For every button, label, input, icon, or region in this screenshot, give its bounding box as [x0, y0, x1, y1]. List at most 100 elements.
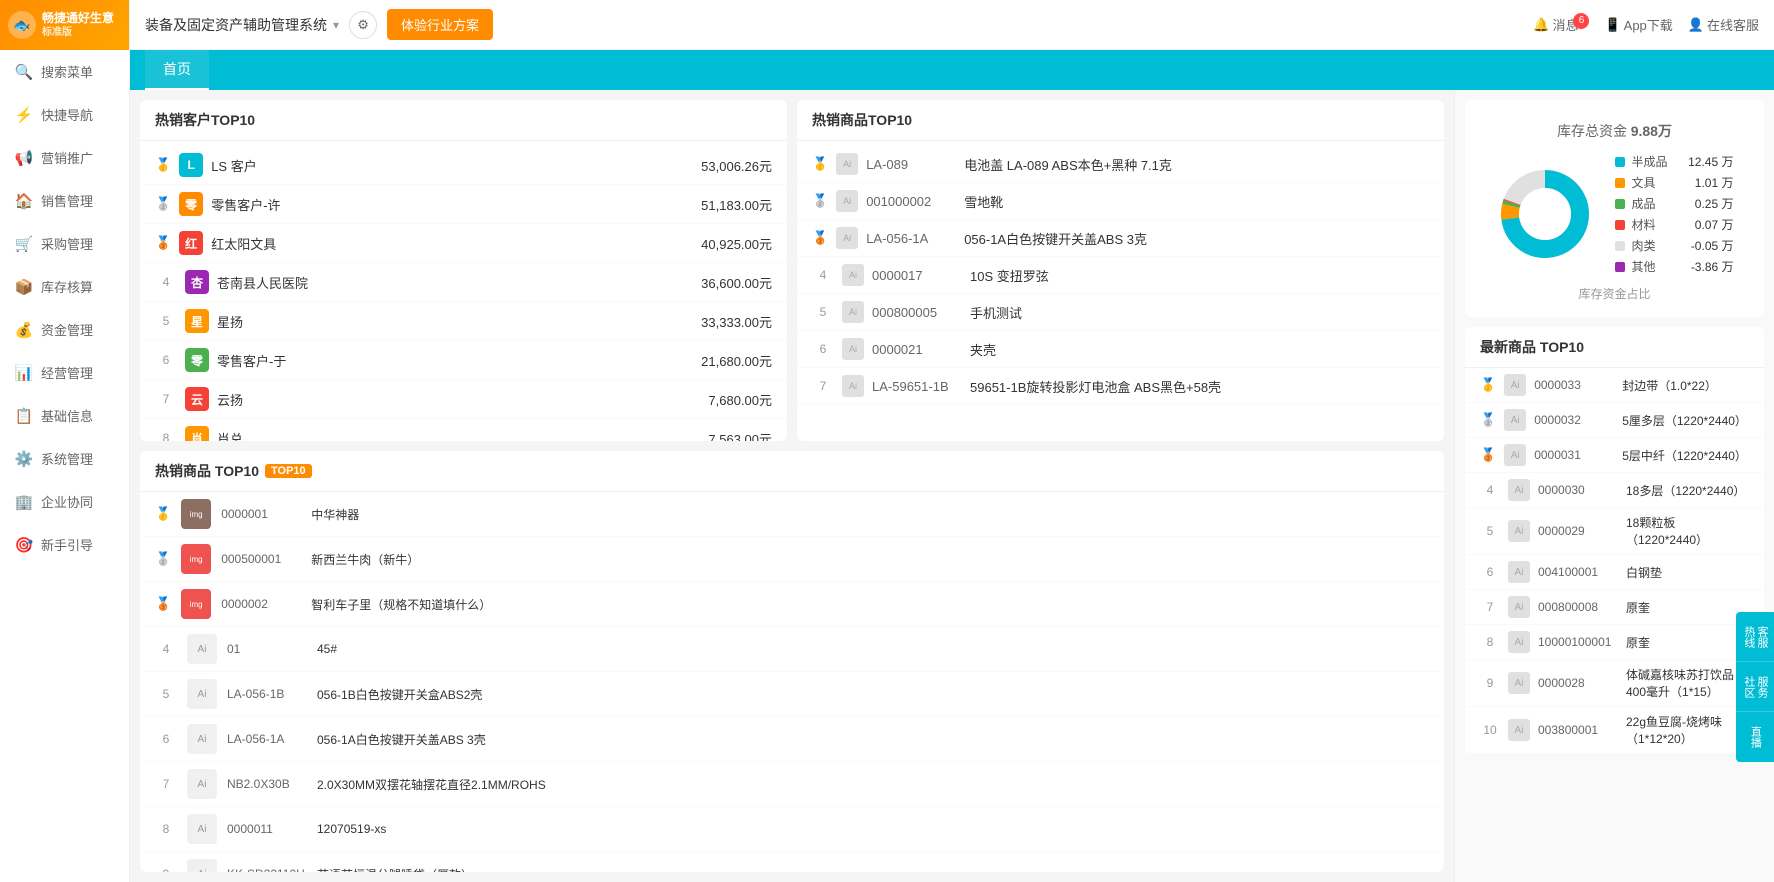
- new-product-icon: Ai: [1508, 479, 1530, 501]
- rank-amount: 7,563.00元: [708, 429, 772, 442]
- rank-num: 7: [1480, 600, 1500, 614]
- product-thumbnail: Ai: [187, 814, 217, 844]
- new-product-icon: Ai: [1508, 672, 1530, 694]
- system-name-text: 装备及固定资产辅助管理系统: [145, 15, 327, 35]
- product-thumbnail: img: [181, 589, 211, 619]
- product-thumbnail: Ai: [187, 859, 217, 872]
- sidebar-icon-9: ⚙️: [15, 450, 33, 468]
- product-code: LA-056-1B: [227, 687, 307, 701]
- sidebar-item-0[interactable]: 🔍搜索菜单: [0, 50, 129, 93]
- sidebar-item-1[interactable]: ⚡快捷导航: [0, 93, 129, 136]
- legend-label: 材料: [1631, 216, 1667, 233]
- rank-num: 5: [155, 314, 177, 328]
- cs-live[interactable]: 直播: [1736, 712, 1774, 762]
- cs-community[interactable]: 服务社区: [1736, 662, 1774, 712]
- hot-bottom-item: 🥉 img 0000002 智利车子里（规格不知道填什么）: [140, 582, 1444, 627]
- hot-products-right-list: 🥇 Ai LA-089 电池盖 LA-089 ABS本色+黑种 7.1克 🥈 A…: [797, 141, 1444, 410]
- cs-hotline[interactable]: 客服热线: [1736, 612, 1774, 662]
- new-product-item: 5 Ai 0000029 18颗粒板（1220*2440）: [1465, 508, 1764, 555]
- sidebar-label-11: 新手引导: [41, 535, 93, 554]
- medal-icon: 🥈: [155, 196, 171, 212]
- tab-home[interactable]: 首页: [145, 50, 209, 90]
- rank-num: 4: [812, 268, 834, 282]
- rank-avatar: 零: [179, 192, 203, 216]
- trial-button[interactable]: 体验行业方案: [387, 9, 493, 40]
- product-code: LA-59651-1B: [872, 379, 962, 394]
- sidebar-item-10[interactable]: 🏢企业协同: [0, 480, 129, 523]
- medal-icon: 🥈: [1480, 412, 1496, 428]
- rank-num: 4: [155, 642, 177, 656]
- sidebar-icon-1: ⚡: [15, 106, 33, 124]
- product-code: 000500001: [221, 552, 301, 566]
- top-customers-title: 热销客户TOP10: [155, 110, 255, 130]
- rank-avatar: 星: [185, 309, 209, 333]
- product-name: 59651-1B旋转投影灯电池盒 ABS黑色+58壳: [970, 377, 1429, 396]
- new-product-code: 0000031: [1534, 448, 1614, 462]
- legend-label: 肉类: [1631, 237, 1667, 254]
- medal-icon: 🥇: [155, 506, 171, 522]
- sidebar-item-9[interactable]: ⚙️系统管理: [0, 437, 129, 480]
- hot-bottom-item: 5 Ai LA-056-1B 056-1B白色按键开关盒ABS2壳: [140, 672, 1444, 717]
- message-link[interactable]: 🔔 消息 6: [1533, 15, 1589, 34]
- hot-right-item: 🥈 Ai 001000002 雪地靴: [797, 183, 1444, 220]
- sidebar-item-3[interactable]: 🏠销售管理: [0, 179, 129, 222]
- inventory-value: 9.88: [1631, 123, 1658, 139]
- sidebar-label-5: 库存核算: [41, 277, 93, 296]
- new-product-item: 🥈 Ai 0000032 5厘多层（1220*2440）: [1465, 403, 1764, 438]
- hot-products-right-card: 热销商品TOP10 🥇 Ai LA-089 电池盖 LA-089 ABS本色+黑…: [797, 100, 1444, 441]
- sidebar-item-4[interactable]: 🛒采购管理: [0, 222, 129, 265]
- top-header: 装备及固定资产辅助管理系统 ▾ ⚙ 体验行业方案 🔔 消息 6 📱 App下载 …: [130, 0, 1774, 50]
- product-name: 夹壳: [970, 340, 1429, 359]
- sidebar-item-2[interactable]: 📢 营销推广: [0, 136, 129, 179]
- sidebar-item-6[interactable]: 💰资金管理: [0, 308, 129, 351]
- app-download-link[interactable]: 📱 App下载: [1604, 15, 1672, 34]
- hot-products-right-title: 热销商品TOP10: [812, 110, 912, 130]
- new-product-name: 18颗粒板（1220*2440）: [1626, 514, 1749, 548]
- sidebar-icon-5: 📦: [15, 278, 33, 296]
- product-name: 056-1A白色按键开关盖ABS 3克: [964, 229, 1429, 248]
- sidebar-item-11[interactable]: 🎯 新手引导: [0, 523, 129, 566]
- sidebar: 🐟 畅捷通好生意 标准版 🔍搜索菜单⚡快捷导航 📢 营销推广 🏠销售管理🛒采购管理 📦 库…: [0, 0, 130, 882]
- rank-num: 4: [1480, 483, 1500, 497]
- medal-icon: 🥇: [155, 157, 171, 173]
- rank-num: 4: [155, 275, 177, 289]
- sidebar-label-2: 营销推广: [41, 148, 93, 167]
- new-product-icon: Ai: [1508, 561, 1530, 583]
- product-code: NB2.0X30B: [227, 777, 307, 791]
- new-product-name: 原奎: [1626, 599, 1749, 616]
- rank-avatar: 杏: [185, 270, 209, 294]
- sidebar-icon-2: 📢: [15, 149, 33, 167]
- product-name: 10S 变扭罗弦: [970, 266, 1429, 285]
- product-icon: Ai: [842, 375, 864, 397]
- sidebar-icon-11: 🎯: [15, 536, 33, 554]
- new-product-icon: Ai: [1508, 631, 1530, 653]
- sidebar-logo: 🐟 畅捷通好生意 标准版: [0, 0, 129, 50]
- product-code: 0000011: [227, 822, 307, 836]
- sidebar-item-5[interactable]: 📦 库存核算: [0, 265, 129, 308]
- product-code: LA-056-1A: [227, 732, 307, 746]
- main-area: 装备及固定资产辅助管理系统 ▾ ⚙ 体验行业方案 🔔 消息 6 📱 App下载 …: [130, 0, 1774, 882]
- rank-name: 星扬: [217, 312, 693, 331]
- hot-right-item: 5 Ai 000800005 手机测试: [797, 294, 1444, 331]
- sidebar-item-7[interactable]: 📊经营管理: [0, 351, 129, 394]
- system-name-selector[interactable]: 装备及固定资产辅助管理系统 ▾: [145, 15, 339, 35]
- rank-num: 7: [812, 379, 834, 393]
- new-products-title: 最新商品 TOP10: [1480, 337, 1584, 357]
- settings-button[interactable]: ⚙: [349, 11, 377, 39]
- product-name: 056-1A白色按键开关盖ABS 3壳: [317, 731, 1429, 748]
- new-product-code: 003800001: [1538, 723, 1618, 737]
- new-products-header: 最新商品 TOP10: [1465, 327, 1764, 368]
- product-icon: Ai: [842, 338, 864, 360]
- new-product-code: 0000028: [1538, 676, 1618, 690]
- top-customers-card: 热销客户TOP10 🥇 L LS 客户 53,006.26元 🥈 零 零售客户-…: [140, 100, 787, 441]
- ranking-item: 7 云 云扬 7,680.00元: [140, 380, 787, 419]
- legend-value: 0.07 万: [1674, 216, 1734, 233]
- new-product-code: 0000033: [1534, 378, 1614, 392]
- medal-icon: 🥉: [1480, 447, 1496, 463]
- new-product-code: 0000032: [1534, 413, 1614, 427]
- product-code: 0000001: [221, 507, 301, 521]
- online-service-link[interactable]: 👤 在线客服: [1688, 15, 1759, 34]
- hot-bottom-item: 🥈 img 000500001 新西兰牛肉（新牛）: [140, 537, 1444, 582]
- rank-num: 8: [155, 822, 177, 836]
- sidebar-item-8[interactable]: 📋基础信息: [0, 394, 129, 437]
